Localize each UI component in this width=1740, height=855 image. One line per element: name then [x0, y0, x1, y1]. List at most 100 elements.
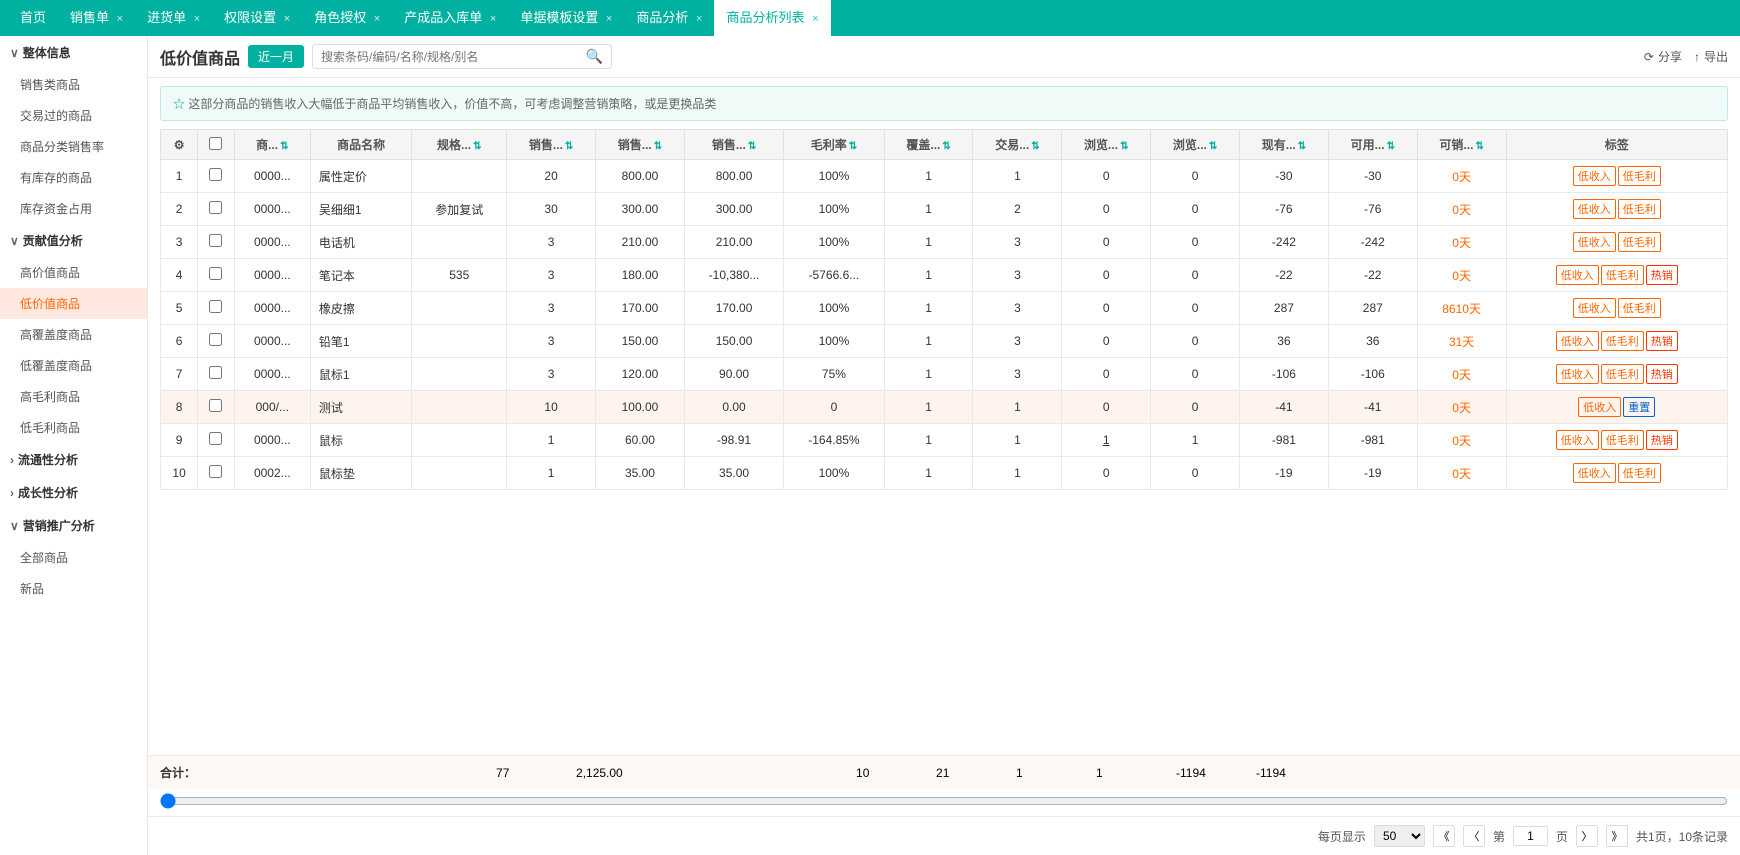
- nav-goods-list[interactable]: 商品分析列表 ×: [714, 0, 830, 36]
- sidebar-group-marketing[interactable]: ∨ 营销推广分析: [0, 509, 147, 542]
- sidebar-item-low-gross[interactable]: 低毛利商品: [0, 412, 147, 443]
- prev-page-btn[interactable]: 〈: [1463, 825, 1485, 847]
- table-row: 7 0000... 鼠标1 3 120.00 90.00 75% 1 3 0 0…: [161, 358, 1728, 391]
- th-code[interactable]: 商...⇅: [234, 130, 310, 160]
- row-gross: 75%: [784, 358, 884, 391]
- row-checkbox[interactable]: [198, 391, 235, 424]
- th-view1[interactable]: 浏览...⇅: [1062, 130, 1151, 160]
- period-button[interactable]: 近一月: [248, 45, 304, 68]
- row-trade: 1: [973, 424, 1062, 457]
- first-page-btn[interactable]: 《: [1433, 825, 1455, 847]
- data-table: ⚙ 商...⇅ 商品名称 规格...⇅ 销售...⇅ 销售...⇅ 销售...⇅…: [160, 129, 1728, 490]
- sidebar-group-growth[interactable]: › 成长性分析: [0, 476, 147, 509]
- nav-permission[interactable]: 权限设置 ×: [212, 0, 302, 36]
- row-checkbox[interactable]: [198, 226, 235, 259]
- sidebar-item-high-gross[interactable]: 高毛利商品: [0, 381, 147, 412]
- row-view1[interactable]: 0: [1062, 193, 1151, 226]
- row-checkbox[interactable]: [198, 424, 235, 457]
- row-tags: 低收入重置: [1506, 391, 1727, 424]
- per-page-select[interactable]: 50 20 100: [1374, 825, 1425, 847]
- nav-goods-analysis[interactable]: 商品分析 ×: [624, 0, 714, 36]
- th-stock[interactable]: 现有...⇅: [1240, 130, 1329, 160]
- nav-home[interactable]: 首页: [8, 0, 58, 36]
- row-checkbox[interactable]: [198, 160, 235, 193]
- export-button[interactable]: ↑ 导出: [1694, 48, 1728, 65]
- sidebar-item-high-value[interactable]: 高价值商品: [0, 257, 147, 288]
- row-checkbox[interactable]: [198, 292, 235, 325]
- sidebar-item-inventory-fund[interactable]: 库存资金占用: [0, 193, 147, 224]
- sidebar-item-low-cover[interactable]: 低覆盖度商品: [0, 350, 147, 381]
- th-sale-qty[interactable]: 销售...⇅: [507, 130, 596, 160]
- nav-sales[interactable]: 销售单 ×: [58, 0, 135, 36]
- row-qty: 3: [507, 358, 596, 391]
- th-sale-profit[interactable]: 销售...⇅: [684, 130, 783, 160]
- horizontal-scroll[interactable]: [160, 793, 1728, 809]
- row-num: 1: [161, 160, 198, 193]
- row-checkbox[interactable]: [198, 193, 235, 226]
- footer-qty: 77: [496, 766, 556, 780]
- share-button[interactable]: ⟳ 分享: [1644, 48, 1682, 65]
- sidebar-item-low-value[interactable]: 低价值商品: [0, 288, 147, 319]
- th-sale-amount[interactable]: 销售...⇅: [596, 130, 685, 160]
- row-sale2: 90.00: [684, 358, 783, 391]
- row-view1[interactable]: 0: [1062, 325, 1151, 358]
- row-qty: 1: [507, 424, 596, 457]
- sidebar-item-high-cover[interactable]: 高覆盖度商品: [0, 319, 147, 350]
- search-input[interactable]: [321, 50, 582, 64]
- select-all-checkbox[interactable]: [209, 137, 222, 150]
- row-checkbox[interactable]: [198, 259, 235, 292]
- row-view1[interactable]: 0: [1062, 391, 1151, 424]
- nav-purchase[interactable]: 进货单 ×: [135, 0, 212, 36]
- row-cover: 1: [884, 193, 973, 226]
- row-cover: 1: [884, 391, 973, 424]
- row-view1[interactable]: 1: [1062, 424, 1151, 457]
- row-view1[interactable]: 0: [1062, 226, 1151, 259]
- row-view1[interactable]: 0: [1062, 259, 1151, 292]
- row-view1[interactable]: 0: [1062, 457, 1151, 490]
- th-trade[interactable]: 交易...⇅: [973, 130, 1062, 160]
- th-settings[interactable]: ⚙: [161, 130, 198, 160]
- sidebar-group-overall[interactable]: ∨ 整体信息: [0, 36, 147, 69]
- next-page-btn[interactable]: 〉: [1576, 825, 1598, 847]
- row-qty: 10: [507, 391, 596, 424]
- sidebar-item-new-goods[interactable]: 新品: [0, 573, 147, 604]
- sidebar-item-category-rate[interactable]: 商品分类销售率: [0, 131, 147, 162]
- sidebar-item-traded-goods[interactable]: 交易过的商品: [0, 100, 147, 131]
- footer-trade: 21: [936, 766, 996, 780]
- table-container[interactable]: ⚙ 商...⇅ 商品名称 规格...⇅ 销售...⇅ 销售...⇅ 销售...⇅…: [148, 129, 1740, 755]
- search-icon[interactable]: 🔍: [586, 48, 603, 65]
- tag: 低收入: [1556, 430, 1599, 450]
- th-avail[interactable]: 可用...⇅: [1328, 130, 1417, 160]
- nav-product-in[interactable]: 产成品入库单 ×: [392, 0, 508, 36]
- sidebar-group-circulation[interactable]: › 流通性分析: [0, 443, 147, 476]
- row-checkbox[interactable]: [198, 358, 235, 391]
- row-view1[interactable]: 0: [1062, 160, 1151, 193]
- sidebar-item-all-goods[interactable]: 全部商品: [0, 542, 147, 573]
- nav-role[interactable]: 角色授权 ×: [302, 0, 392, 36]
- row-view1[interactable]: 0: [1062, 358, 1151, 391]
- row-checkbox[interactable]: [198, 325, 235, 358]
- sidebar-item-stocked-goods[interactable]: 有库存的商品: [0, 162, 147, 193]
- row-gross: -5766.6...: [784, 259, 884, 292]
- row-cover: 1: [884, 325, 973, 358]
- page-number-input[interactable]: [1513, 826, 1548, 846]
- row-stock: -106: [1240, 358, 1329, 391]
- row-view2: 0: [1151, 391, 1240, 424]
- info-banner: 这部分商品的销售收入大幅低于商品平均销售收入，价值不高，可考虑调整营销策略，或是…: [160, 86, 1728, 121]
- row-spec: 参加复试: [412, 193, 507, 226]
- page-unit: 页: [1556, 828, 1568, 845]
- th-view2[interactable]: 浏览...⇅: [1151, 130, 1240, 160]
- row-view1[interactable]: 0: [1062, 292, 1151, 325]
- table-scrollbar[interactable]: [148, 789, 1740, 816]
- sidebar-group-contribution[interactable]: ∨ 贡献值分析: [0, 224, 147, 257]
- tag: 低收入: [1573, 298, 1616, 318]
- th-cover[interactable]: 覆盖...⇅: [884, 130, 973, 160]
- last-page-btn[interactable]: 》: [1606, 825, 1628, 847]
- tag: 低毛利: [1601, 265, 1644, 285]
- th-gross-rate[interactable]: 毛利率⇅: [784, 130, 884, 160]
- row-checkbox[interactable]: [198, 457, 235, 490]
- th-days[interactable]: 可销...⇅: [1417, 130, 1506, 160]
- nav-template[interactable]: 单据模板设置 ×: [508, 0, 624, 36]
- th-spec[interactable]: 规格...⇅: [412, 130, 507, 160]
- sidebar-item-sales-goods[interactable]: 销售类商品: [0, 69, 147, 100]
